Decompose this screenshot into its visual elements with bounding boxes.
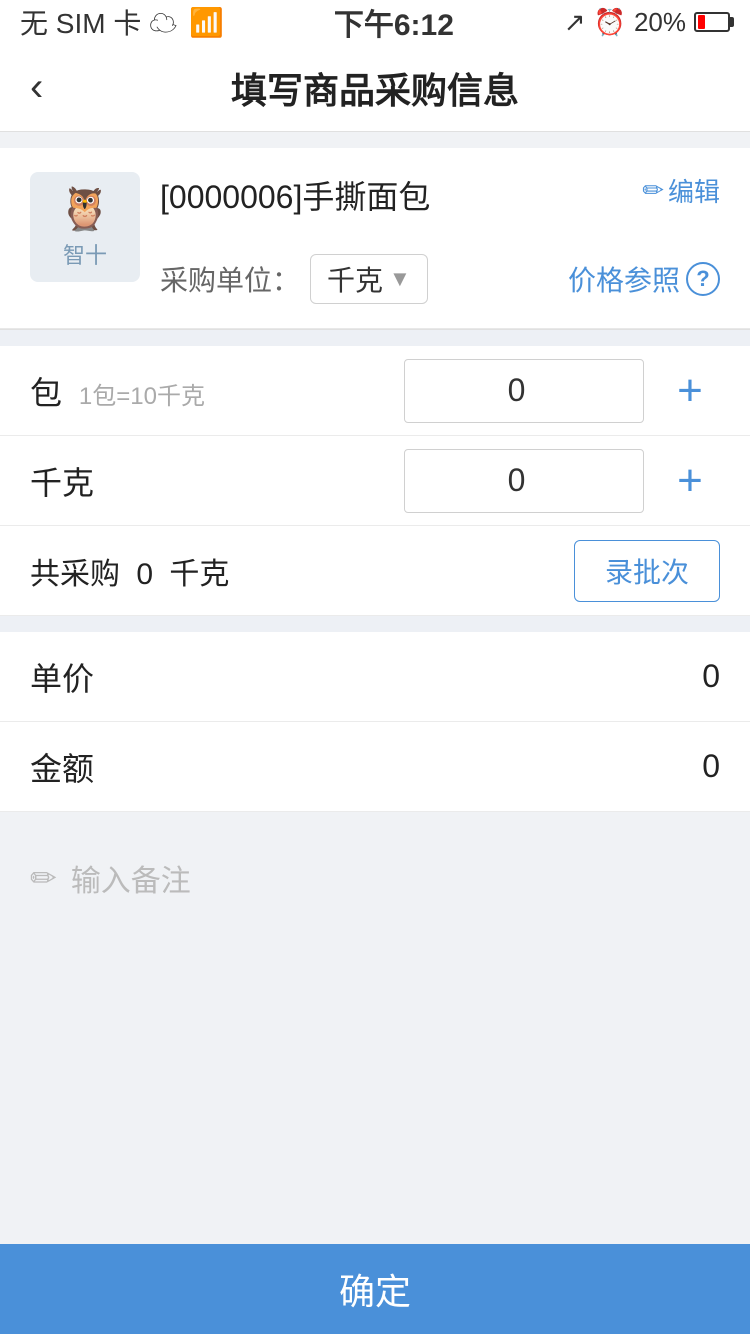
product-card: 🦉 智十 [0000006]手撕面包 ✏ 编辑 采购单位： 千克 ▼ [0,148,750,329]
product-image-label: 智十 [63,238,107,270]
confirm-button[interactable]: 确定 [0,1244,750,1334]
kg-input-row: 千克 + [0,436,750,526]
summary-row: 共采购 0 千克 录批次 [0,526,750,616]
unit-price-value: 0 [702,658,720,695]
battery-icon [694,12,730,32]
batch-btn-label: 录批次 [605,557,689,588]
product-full-name: [0000006]手撕面包 [160,172,430,218]
section-divider-2 [0,616,750,632]
unit-price-row: 单价 0 [0,632,750,722]
package-plus-button[interactable]: + [660,359,720,423]
unit-value: 千克 [327,259,383,299]
package-field-wrap: + [205,359,720,423]
summary-unit: 千克 [169,558,229,591]
status-bar: 无 SIM 卡 ☁ 📶 下午6:12 ↗ ⏰ 20% [0,0,750,44]
package-label: 包 1包=10千克 [30,368,205,414]
product-owl-icon: 🦉 [59,185,111,234]
time-display: 下午6:12 [334,0,454,44]
batch-record-button[interactable]: 录批次 [574,540,720,602]
page-title: 填写商品采购信息 [231,62,519,114]
status-right: ↗ ⏰ 20% [564,7,730,38]
battery-percent: 20% [634,7,686,38]
quantity-section: 包 1包=10千克 + 千克 + [0,346,750,526]
location-icon: ↗ [564,7,586,38]
price-ref-label: 价格参照 [568,259,680,299]
wifi-icon: 📶 [189,6,224,39]
nav-bar: ‹ 填写商品采购信息 [0,44,750,132]
edit-icon: ✏ [642,175,664,206]
price-section: 单价 0 金额 0 [0,632,750,812]
amount-label: 金额 [30,744,94,790]
sim-status: 无 SIM 卡 ☁ [20,2,177,42]
section-divider-1 [0,330,750,346]
summary-prefix: 共采购 [30,558,120,591]
content-spacer [0,928,750,1228]
product-image: 🦉 智十 [30,172,140,282]
product-info: [0000006]手撕面包 ✏ 编辑 采购单位： 千克 ▼ 价格参照 ? [160,172,720,304]
package-unit-hint: 1包=10千克 [79,383,205,410]
help-icon: ? [686,262,720,296]
package-input-row: 包 1包=10千克 + [0,346,750,436]
kg-plus-button[interactable]: + [660,449,720,513]
edit-button[interactable]: ✏ 编辑 [642,172,720,209]
edit-label: 编辑 [668,172,720,209]
kg-label: 千克 [30,458,110,504]
kg-plus-icon: + [677,456,703,506]
package-label-text: 包 [30,375,62,411]
price-reference-button[interactable]: 价格参照 ? [568,259,720,299]
unit-selector[interactable]: 千克 ▼ [310,254,428,304]
unit-label: 采购单位： [160,259,300,299]
kg-quantity-input[interactable] [404,449,644,513]
product-meta: 采购单位： 千克 ▼ 价格参照 ? [160,254,720,304]
amount-value: 0 [702,748,720,785]
amount-row: 金额 0 [0,722,750,812]
kg-field-wrap: + [110,449,720,513]
unit-price-label: 单价 [30,654,94,700]
chevron-down-icon: ▼ [389,266,411,292]
remark-section[interactable]: ✏ 输入备注 [0,828,750,928]
pencil-icon: ✏ [30,859,57,897]
unit-row: 采购单位： 千克 ▼ [160,254,428,304]
summary-text: 共采购 0 千克 [30,549,229,593]
back-arrow-icon: ‹ [30,65,43,109]
confirm-label: 确定 [339,1263,411,1315]
package-quantity-input[interactable] [404,359,644,423]
status-left: 无 SIM 卡 ☁ 📶 [20,2,224,42]
plus-icon: + [677,366,703,416]
remark-placeholder: 输入备注 [71,856,191,900]
back-button[interactable]: ‹ [30,65,90,110]
alarm-icon: ⏰ [594,7,626,38]
summary-amount: 0 [136,558,153,591]
